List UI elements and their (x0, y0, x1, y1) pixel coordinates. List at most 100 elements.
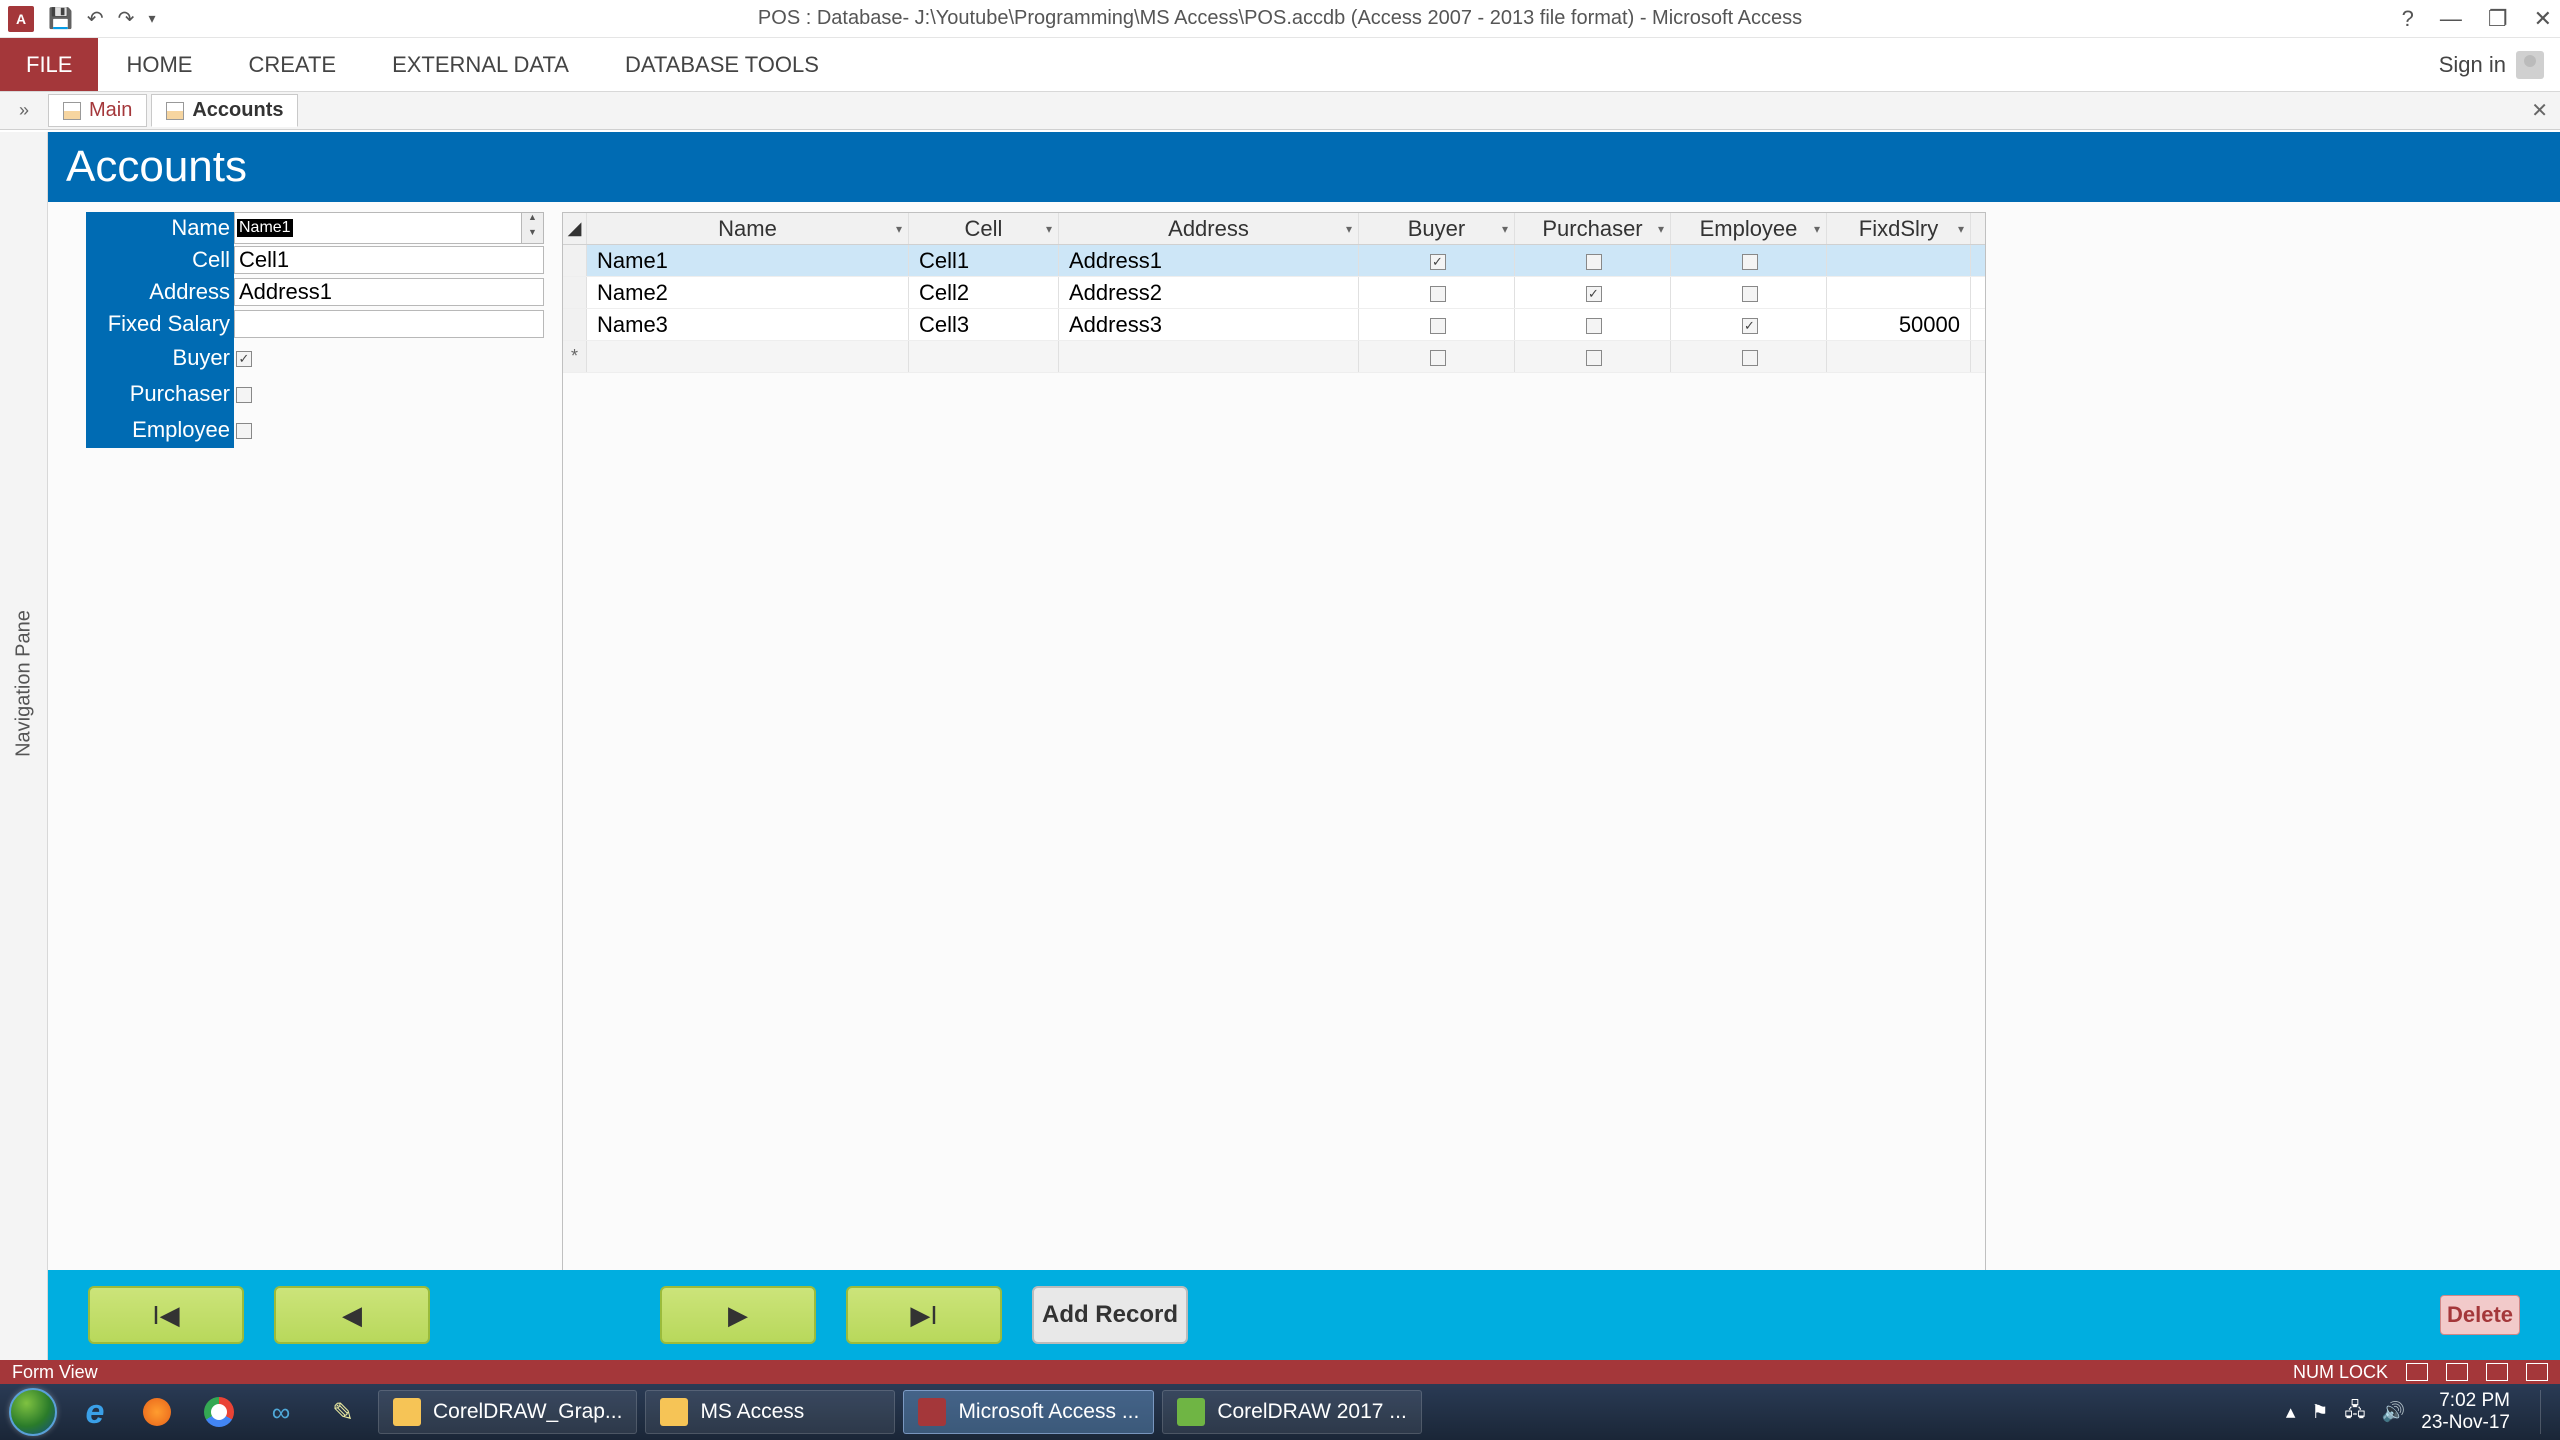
tray-chevron-icon[interactable]: ▴ (2286, 1401, 2296, 1424)
cell-fixdslry[interactable] (1827, 245, 1971, 276)
layout-view-icon[interactable] (2486, 1363, 2508, 1381)
taskbar-app[interactable]: MS Access (645, 1390, 895, 1434)
cell-buyer[interactable] (1359, 277, 1515, 308)
chrome-icon[interactable] (192, 1390, 246, 1434)
taskbar-app[interactable]: Microsoft Access ... (903, 1390, 1154, 1434)
qat-customize-icon[interactable]: ▾ (148, 10, 155, 27)
file-tab[interactable]: FILE (0, 38, 98, 91)
undo-icon[interactable]: ↶ (87, 6, 104, 31)
save-icon[interactable]: 💾 (48, 6, 73, 31)
show-desktop-button[interactable] (2540, 1390, 2554, 1434)
close-tab-icon[interactable]: ✕ (2531, 98, 2548, 123)
col-header-fixdslry[interactable]: FixdSlry▾ (1827, 213, 1971, 244)
media-player-icon[interactable] (130, 1390, 184, 1434)
avatar-icon (2516, 51, 2544, 79)
help-icon[interactable]: ? (2402, 6, 2414, 32)
pinned-app-icon[interactable]: ✎ (316, 1390, 370, 1434)
start-button[interactable] (6, 1390, 60, 1434)
tray-flag-icon[interactable]: ⚑ (2311, 1401, 2328, 1424)
tray-network-icon[interactable]: 🖧 (2344, 1396, 2365, 1428)
cell-name[interactable]: Name3 (587, 309, 909, 340)
row-selector[interactable] (563, 245, 587, 276)
internet-explorer-icon[interactable]: e (68, 1390, 122, 1434)
redo-icon[interactable]: ↷ (118, 6, 135, 31)
datasheet-view-icon[interactable] (2446, 1363, 2468, 1381)
table-new-row[interactable]: * (563, 341, 1985, 373)
cell-name[interactable]: Name2 (587, 277, 909, 308)
tray-volume-icon[interactable]: 🔊 (2382, 1400, 2406, 1424)
pinned-app-icon[interactable]: ∞ (254, 1390, 308, 1434)
chevron-down-icon[interactable]: ▾ (1658, 222, 1664, 236)
taskbar-app[interactable]: CorelDRAW 2017 ... (1162, 1390, 1421, 1434)
last-button[interactable]: ▶I (846, 1286, 1002, 1344)
doc-tab-main[interactable]: Main (48, 94, 147, 127)
minimize-icon[interactable]: — (2440, 6, 2462, 32)
cell-purchaser[interactable] (1515, 245, 1671, 276)
chevron-down-icon[interactable]: ▾ (1814, 222, 1820, 236)
cell-fixdslry[interactable]: 50000 (1827, 309, 1971, 340)
ribbon-tab-database-tools[interactable]: DATABASE TOOLS (597, 38, 847, 91)
name-field[interactable]: Name1 (234, 212, 522, 244)
close-icon[interactable]: ✕ (2534, 6, 2552, 32)
cell-address[interactable]: Address3 (1059, 309, 1359, 340)
ribbon-tab-create[interactable]: CREATE (220, 38, 364, 91)
cell-address[interactable]: Address2 (1059, 277, 1359, 308)
new-row-icon: * (563, 341, 587, 372)
table-row[interactable]: Name1 Cell1 Address1 ✓ (563, 245, 1985, 277)
form-header: Accounts (48, 132, 2560, 202)
buyer-checkbox[interactable]: ✓ (236, 351, 252, 367)
taskbar-clock[interactable]: 7:02 PM 23-Nov-17 (2421, 1390, 2518, 1434)
shutter-bar-open-icon[interactable]: » (0, 100, 48, 121)
cell-address[interactable]: Address1 (1059, 245, 1359, 276)
cell-name[interactable]: Name1 (587, 245, 909, 276)
ribbon-tab-home[interactable]: HOME (98, 38, 220, 91)
purchaser-checkbox[interactable] (236, 387, 252, 403)
fixed-salary-field[interactable] (234, 310, 544, 338)
document-tab-strip: » Main Accounts ✕ (0, 92, 2560, 130)
col-header-employee[interactable]: Employee▾ (1671, 213, 1827, 244)
cell-employee[interactable] (1671, 245, 1827, 276)
cell-purchaser[interactable]: ✓ (1515, 277, 1671, 308)
first-button[interactable]: I◀ (88, 1286, 244, 1344)
address-field[interactable] (234, 278, 544, 306)
chevron-down-icon[interactable]: ▾ (1346, 222, 1352, 236)
design-view-icon[interactable] (2526, 1363, 2548, 1381)
cell-cell[interactable]: Cell1 (909, 245, 1059, 276)
doc-tab-accounts[interactable]: Accounts (151, 94, 298, 127)
chevron-down-icon[interactable]: ▾ (1958, 222, 1964, 236)
select-all-corner[interactable]: ◢ (563, 213, 587, 244)
cell-field[interactable] (234, 246, 544, 274)
delete-button[interactable]: Delete (2440, 1295, 2520, 1335)
previous-button[interactable]: ◀ (274, 1286, 430, 1344)
col-header-buyer[interactable]: Buyer▾ (1359, 213, 1515, 244)
name-spinner[interactable]: ▲▼ (522, 212, 544, 244)
navigation-pane-collapsed[interactable]: Navigation Pane (0, 132, 48, 1360)
row-selector[interactable] (563, 309, 587, 340)
table-row[interactable]: Name2 Cell2 Address2 ✓ (563, 277, 1985, 309)
cell-cell[interactable]: Cell2 (909, 277, 1059, 308)
chevron-down-icon[interactable]: ▾ (1502, 222, 1508, 236)
chevron-down-icon[interactable]: ▾ (896, 222, 902, 236)
restore-icon[interactable]: ❐ (2488, 6, 2508, 32)
cell-employee[interactable]: ✓ (1671, 309, 1827, 340)
ribbon-tab-external-data[interactable]: EXTERNAL DATA (364, 38, 597, 91)
cell-fixdslry[interactable] (1827, 277, 1971, 308)
col-header-name[interactable]: Name▾ (587, 213, 909, 244)
col-header-cell[interactable]: Cell▾ (909, 213, 1059, 244)
cell-buyer[interactable]: ✓ (1359, 245, 1515, 276)
col-header-purchaser[interactable]: Purchaser▾ (1515, 213, 1671, 244)
add-record-button[interactable]: Add Record (1032, 1286, 1188, 1344)
taskbar-app[interactable]: CorelDRAW_Grap... (378, 1390, 637, 1434)
row-selector[interactable] (563, 277, 587, 308)
cell-purchaser[interactable] (1515, 309, 1671, 340)
sign-in[interactable]: Sign in (2439, 38, 2560, 91)
cell-buyer[interactable] (1359, 309, 1515, 340)
table-row[interactable]: Name3 Cell3 Address3 ✓ 50000 (563, 309, 1985, 341)
form-view-icon[interactable] (2406, 1363, 2428, 1381)
employee-checkbox[interactable] (236, 423, 252, 439)
next-button[interactable]: ▶ (660, 1286, 816, 1344)
cell-employee[interactable] (1671, 277, 1827, 308)
chevron-down-icon[interactable]: ▾ (1046, 222, 1052, 236)
cell-cell[interactable]: Cell3 (909, 309, 1059, 340)
col-header-address[interactable]: Address▾ (1059, 213, 1359, 244)
